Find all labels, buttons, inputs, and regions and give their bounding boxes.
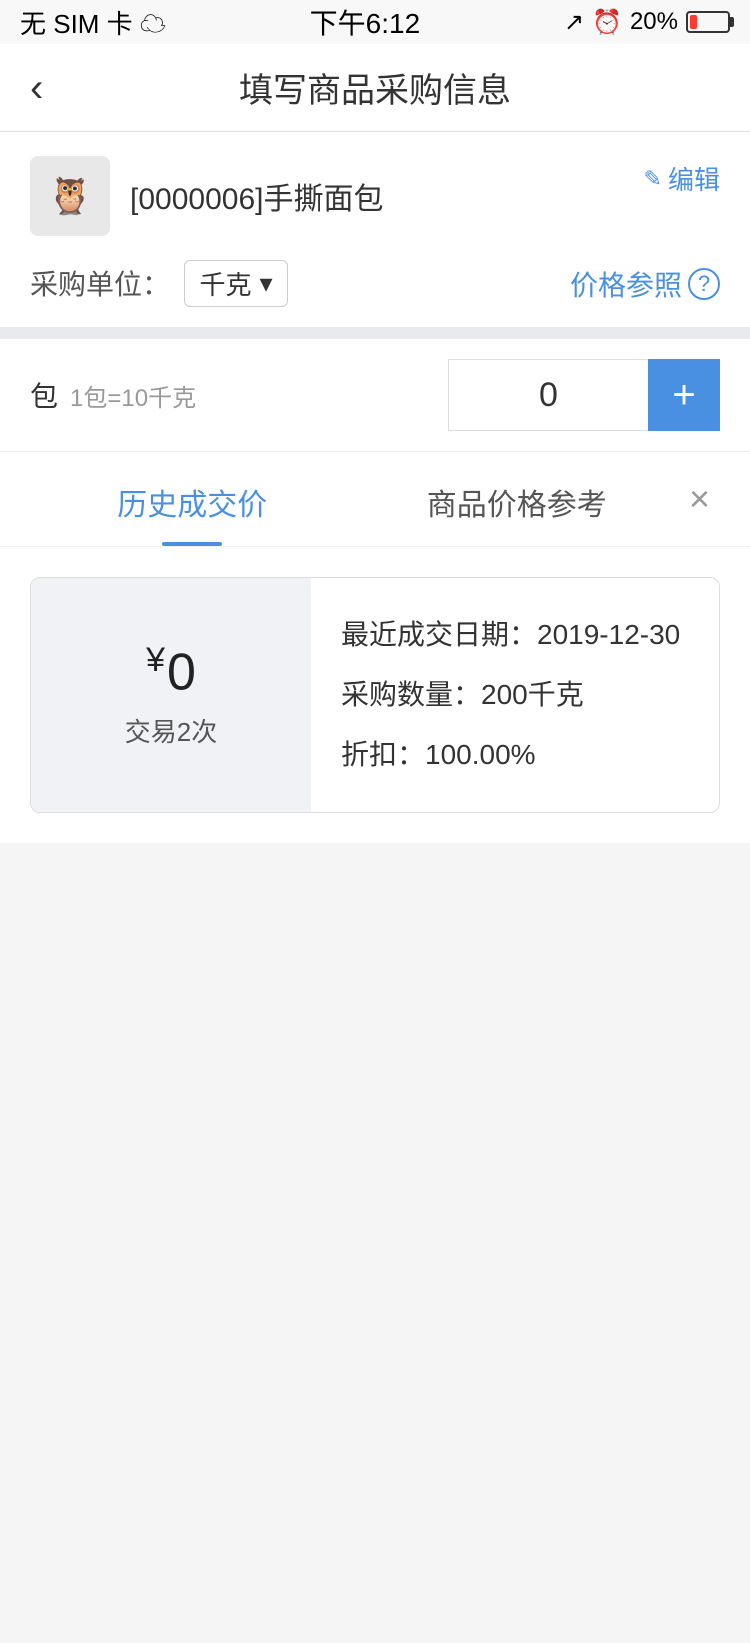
detail-quantity: 采购数量：200千克 (341, 674, 689, 716)
question-mark-icon: ? (688, 268, 720, 300)
quantity-label: 采购数量： (341, 679, 481, 710)
alarm-icon: ⏰ (592, 8, 622, 37)
nav-bar: ‹ 填写商品采购信息 (0, 44, 750, 132)
date-label: 最近成交日期： (341, 619, 537, 650)
status-bar: 无 SIM 卡 ☁ 下午6:12 ↗ ⏰ 20% (0, 0, 750, 44)
tab-product-price-ref[interactable]: 商品价格参考 (354, 452, 678, 546)
tabs-header: 历史成交价 商品价格参考 × (0, 452, 750, 547)
sim-wifi-label: 无 SIM 卡 ☁ (20, 4, 166, 41)
edit-label: 编辑 (668, 160, 720, 197)
unit-dropdown[interactable]: 千克 ▾ (184, 260, 287, 307)
card-right-details: 最近成交日期：2019-12-30 采购数量：200千克 折扣：100.00% (311, 578, 719, 812)
quantity-plus-button[interactable]: + (648, 359, 720, 431)
tab-content-history: ¥0 交易2次 最近成交日期：2019-12-30 采购数量：200千克 折扣：… (0, 547, 750, 843)
battery-percent: 20% (630, 8, 678, 36)
product-thumbnail: 🦉 (30, 156, 110, 236)
product-section: 🦉 [0000006]手撕面包 ✎ 编辑 采购单位： 千克 ▾ 价格参照 ? (0, 132, 750, 327)
discount-value: 100.00% (425, 739, 536, 770)
section-divider (0, 327, 750, 339)
battery-fill (690, 15, 697, 29)
date-value: 2019-12-30 (537, 619, 680, 650)
unit-value: 千克 (199, 265, 251, 302)
tab-history-price[interactable]: 历史成交价 (30, 452, 354, 546)
tab-close-button[interactable]: × (679, 471, 720, 527)
quantity-unit-hint: 1包=10千克 (70, 378, 448, 413)
quantity-unit-label: 包 (30, 375, 58, 415)
card-left-price: ¥0 交易2次 (31, 578, 311, 812)
quantity-value: 200千克 (481, 679, 584, 710)
status-left: 无 SIM 卡 ☁ (20, 4, 166, 41)
currency-symbol: ¥ (146, 641, 165, 679)
price-reference-button[interactable]: 价格参照 ? (570, 264, 720, 304)
edit-icon: ✎ (644, 166, 662, 192)
edit-button[interactable]: ✎ 编辑 (644, 160, 720, 197)
product-info-left: 🦉 [0000006]手撕面包 (30, 156, 383, 236)
quantity-input[interactable] (448, 359, 648, 431)
history-price: ¥0 (146, 641, 196, 702)
battery-bar (686, 11, 730, 33)
detail-discount: 折扣：100.00% (341, 734, 689, 776)
quantity-row: 包 1包=10千克 + (0, 339, 750, 452)
product-header: 🦉 [0000006]手撕面包 ✎ 编辑 (30, 156, 720, 236)
price-ref-label: 价格参照 (570, 264, 682, 304)
back-button[interactable]: ‹ (30, 68, 43, 108)
page-body (0, 843, 750, 1643)
trade-count: 交易2次 (125, 712, 217, 749)
product-name: [0000006]手撕面包 (130, 174, 383, 218)
page-title: 填写商品采购信息 (239, 63, 511, 112)
dropdown-arrow-icon: ▾ (259, 268, 272, 299)
detail-date: 最近成交日期：2019-12-30 (341, 614, 689, 656)
location-icon: ↗ (564, 8, 584, 37)
purchase-unit-row: 采购单位： 千克 ▾ 价格参照 ? (30, 260, 720, 307)
quantity-input-wrapper: + (448, 359, 720, 431)
product-image-icon: 🦉 (48, 175, 93, 217)
unit-info: 采购单位： 千克 ▾ (30, 260, 288, 307)
tabs-section: 历史成交价 商品价格参考 × ¥0 交易2次 最近成交日期：2019-12-30… (0, 452, 750, 843)
status-time: 下午6:12 (310, 2, 421, 42)
history-card: ¥0 交易2次 最近成交日期：2019-12-30 采购数量：200千克 折扣：… (30, 577, 720, 813)
price-value: 0 (167, 643, 196, 701)
unit-label-text: 采购单位： (30, 269, 170, 300)
status-right: ↗ ⏰ 20% (564, 8, 730, 37)
discount-label: 折扣： (341, 739, 425, 770)
